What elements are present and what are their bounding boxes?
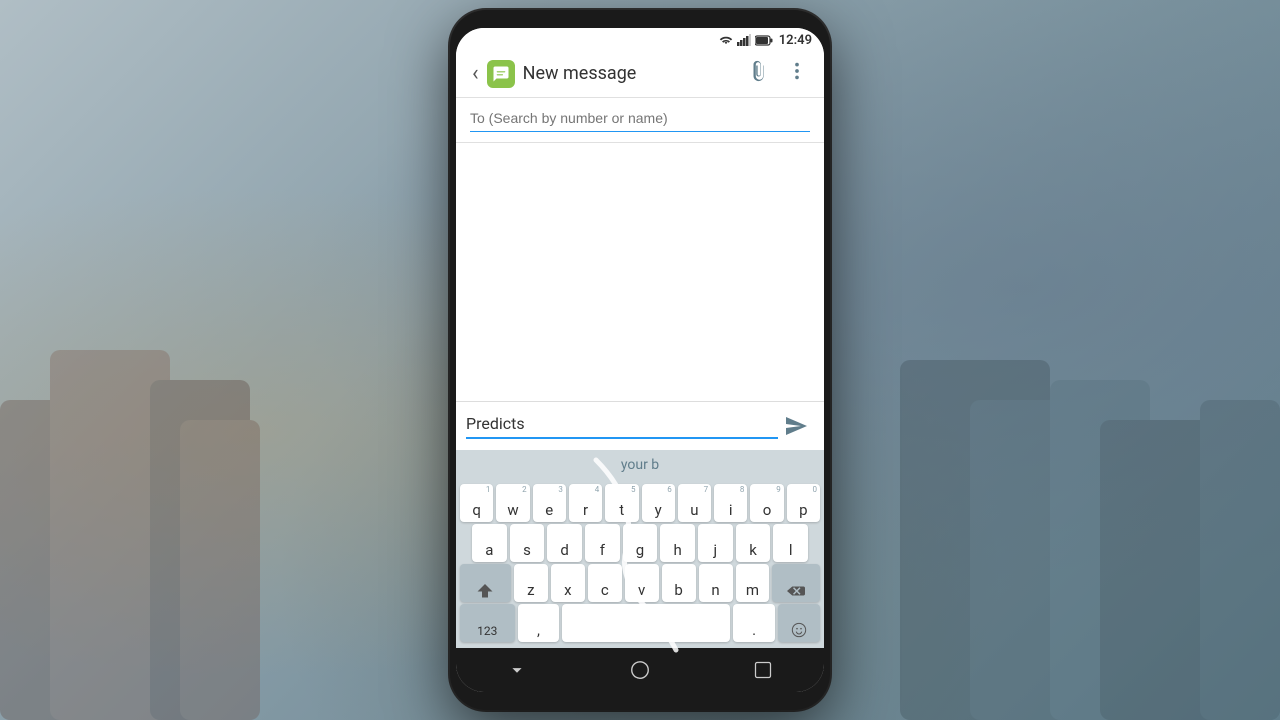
key-n[interactable]: n [699, 564, 733, 602]
backspace-icon [787, 584, 805, 598]
emoji-icon [791, 622, 807, 638]
key-shift[interactable] [460, 564, 511, 602]
phone-screen: 12:49 ‹ New message [456, 28, 824, 692]
key-m[interactable]: m [736, 564, 770, 602]
key-a[interactable]: a [472, 524, 507, 562]
keyboard-row-4: 123 , . [456, 604, 824, 642]
nav-bar [456, 648, 824, 692]
battery-icon [755, 35, 773, 46]
phone-frame: 12:49 ‹ New message [450, 10, 830, 710]
keyboard-row-3: z x c v b n m [456, 564, 824, 602]
keyboard-row-1: 1q 2w 3e 4r 5t 6y 7u 8i 9o 0p [456, 484, 824, 522]
key-g[interactable]: g [623, 524, 658, 562]
key-backspace[interactable] [772, 564, 820, 602]
key-b[interactable]: b [662, 564, 696, 602]
suggestion-strip: your b [456, 450, 824, 480]
wifi-icon [719, 34, 733, 46]
key-t[interactable]: 5t [605, 484, 638, 522]
to-field-container [456, 98, 824, 143]
key-y[interactable]: 6y [642, 484, 675, 522]
prediction-bar: Predicts [456, 401, 824, 450]
key-period[interactable]: . [733, 604, 775, 642]
time-display: 12:49 [779, 33, 812, 48]
key-c[interactable]: c [588, 564, 622, 602]
app-bar: ‹ New message [456, 50, 824, 98]
more-button[interactable] [778, 56, 816, 91]
key-q[interactable]: 1q [460, 484, 493, 522]
chevron-down-icon [506, 659, 528, 681]
keyboard-row-2: a s d f g h j k l [456, 524, 824, 562]
shift-icon [476, 582, 494, 598]
key-k[interactable]: k [736, 524, 771, 562]
key-d[interactable]: d [547, 524, 582, 562]
key-comma[interactable]: , [518, 604, 560, 642]
back-button[interactable]: ‹ [464, 57, 487, 90]
home-circle-icon [629, 659, 651, 681]
key-r[interactable]: 4r [569, 484, 602, 522]
send-icon [784, 414, 808, 438]
keyboard: 1q 2w 3e 4r 5t 6y 7u 8i 9o 0p a s d f g … [456, 480, 824, 648]
paperclip-icon [748, 60, 770, 82]
send-button[interactable] [778, 408, 814, 444]
nav-recents-button[interactable] [743, 656, 783, 684]
status-icons: 12:49 [719, 33, 812, 48]
key-e[interactable]: 3e [533, 484, 566, 522]
nav-home-button[interactable] [620, 656, 660, 684]
key-space[interactable] [562, 604, 730, 642]
signal-icon [737, 34, 751, 46]
key-u[interactable]: 7u [678, 484, 711, 522]
to-underline [470, 131, 810, 132]
key-x[interactable]: x [551, 564, 585, 602]
recents-square-icon [753, 660, 773, 680]
nav-back-button[interactable] [497, 656, 537, 684]
app-icon [487, 60, 515, 88]
prediction-input-area: Predicts [466, 414, 778, 439]
status-bar: 12:49 [456, 28, 824, 50]
key-z[interactable]: z [514, 564, 548, 602]
suggestion-text: your b [621, 457, 659, 473]
key-f[interactable]: f [585, 524, 620, 562]
key-j[interactable]: j [698, 524, 733, 562]
to-input[interactable] [470, 110, 810, 126]
prediction-text: Predicts [466, 414, 525, 433]
key-l[interactable]: l [773, 524, 808, 562]
key-s[interactable]: s [510, 524, 545, 562]
more-vertical-icon [786, 60, 808, 82]
key-p[interactable]: 0p [787, 484, 820, 522]
attach-button[interactable] [740, 56, 778, 91]
key-v[interactable]: v [625, 564, 659, 602]
message-area[interactable] [456, 143, 824, 401]
key-123[interactable]: 123 [460, 604, 515, 642]
key-w[interactable]: 2w [496, 484, 529, 522]
key-h[interactable]: h [660, 524, 695, 562]
sms-icon [492, 65, 510, 83]
key-emoji[interactable] [778, 604, 820, 642]
key-o[interactable]: 9o [750, 484, 783, 522]
key-i[interactable]: 8i [714, 484, 747, 522]
app-title: New message [523, 63, 740, 84]
